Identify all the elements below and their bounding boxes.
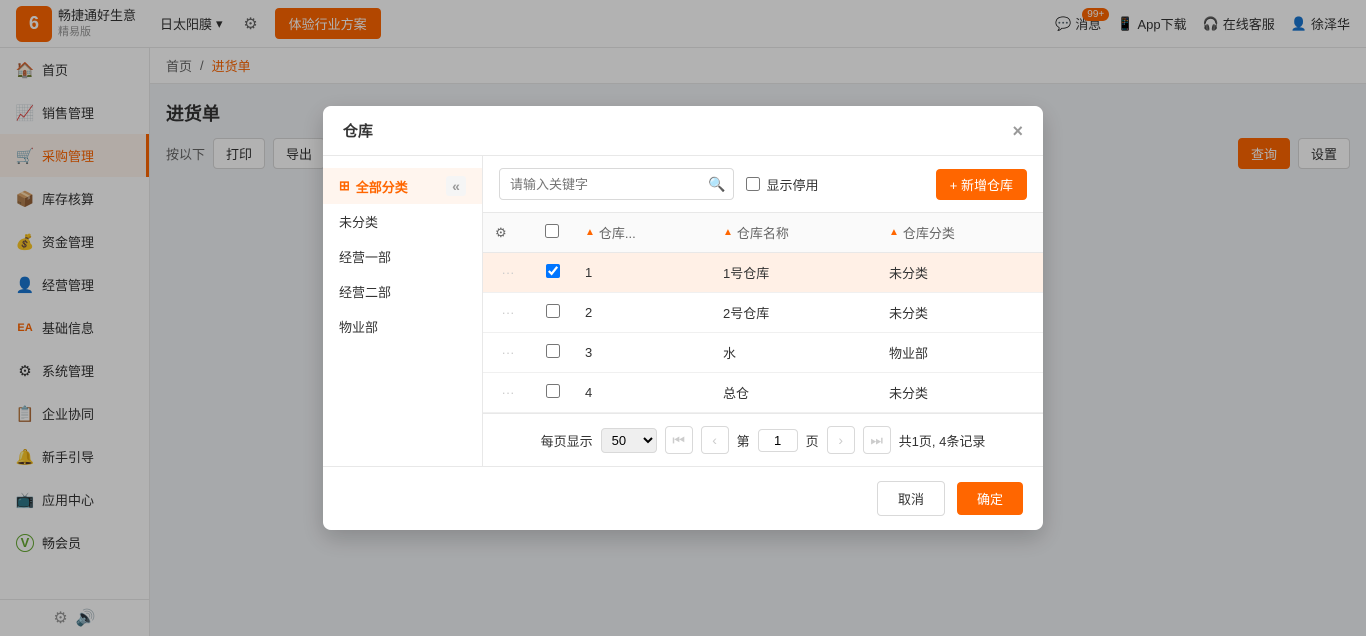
pagination: 每页显示 50 100 ⏮ ‹ 第 页 › ⏭ 共1页, 4条记录	[483, 413, 1043, 466]
modal-header: 仓库 ×	[323, 106, 1043, 156]
row-category: 未分类	[877, 373, 1043, 413]
row-checkbox[interactable]	[546, 264, 560, 278]
category-panel: ⊞ 全部分类 « 未分类 经营一部 经营二部 物业部	[323, 156, 483, 466]
page-label: 第	[737, 431, 750, 450]
page-unit: 页	[806, 431, 819, 450]
row-idx: 3	[573, 333, 711, 373]
grid-icon: ⊞	[339, 178, 350, 194]
table-wrapper: ⚙ ▲ 仓库...	[483, 213, 1043, 413]
first-page-button[interactable]: ⏮	[665, 426, 693, 454]
row-idx: 1	[573, 253, 711, 293]
modal-title: 仓库	[343, 120, 373, 141]
warehouse-table: ⚙ ▲ 仓库...	[483, 213, 1043, 413]
table-body: ··· 1 1号仓库 未分类 ··· 2 2号仓库 未分类 ···	[483, 253, 1043, 413]
table-row[interactable]: ··· 1 1号仓库 未分类	[483, 253, 1043, 293]
modal-footer: 取消 确定	[323, 466, 1043, 530]
row-category: 未分类	[877, 253, 1043, 293]
row-gear: ···	[483, 253, 533, 293]
table-row[interactable]: ··· 4 总仓 未分类	[483, 373, 1043, 413]
th-category: ▲ 仓库分类	[877, 213, 1043, 253]
table-row[interactable]: ··· 3 水 物业部	[483, 333, 1043, 373]
collapse-button[interactable]: «	[446, 176, 466, 196]
row-category: 未分类	[877, 293, 1043, 333]
category-all-label: 全部分类	[356, 177, 408, 196]
modal-body: ⊞ 全部分类 « 未分类 经营一部 经营二部 物业部	[323, 156, 1043, 466]
row-check	[533, 333, 573, 373]
modal-close-button[interactable]: ×	[1012, 122, 1023, 140]
row-name: 水	[711, 333, 877, 373]
row-checkbox[interactable]	[546, 304, 560, 318]
row-checkbox[interactable]	[546, 344, 560, 358]
th-name: ▲ 仓库名称	[711, 213, 877, 253]
search-icon[interactable]: 🔍	[700, 176, 733, 193]
row-idx: 4	[573, 373, 711, 413]
select-all-checkbox[interactable]	[545, 224, 559, 238]
per-page-select[interactable]: 50 100	[601, 428, 657, 453]
row-check	[533, 373, 573, 413]
th-gear: ⚙	[483, 213, 533, 253]
table-panel: 🔍 显示停用 + 新增仓库 ⚙	[483, 156, 1043, 466]
th-code: ▲ 仓库...	[573, 213, 711, 253]
add-warehouse-button[interactable]: + 新增仓库	[936, 169, 1027, 200]
prev-page-button[interactable]: ‹	[701, 426, 729, 454]
row-actions: ···	[502, 385, 515, 400]
row-gear: ···	[483, 333, 533, 373]
row-actions: ···	[502, 305, 515, 320]
row-gear: ···	[483, 293, 533, 333]
search-input[interactable]	[500, 177, 700, 192]
th-check	[533, 213, 573, 253]
row-name: 总仓	[711, 373, 877, 413]
show-disabled-label[interactable]: 显示停用	[746, 175, 818, 194]
row-gear: ···	[483, 373, 533, 413]
sort-icon-code: ▲	[585, 227, 595, 238]
category-item-uncat[interactable]: 未分类	[323, 204, 482, 239]
row-name: 2号仓库	[711, 293, 877, 333]
cancel-button[interactable]: 取消	[877, 481, 945, 516]
row-category: 物业部	[877, 333, 1043, 373]
category-all[interactable]: ⊞ 全部分类 «	[323, 168, 482, 204]
row-actions: ···	[502, 265, 515, 280]
table-head: ⚙ ▲ 仓库...	[483, 213, 1043, 253]
confirm-button[interactable]: 确定	[957, 482, 1023, 515]
next-page-button[interactable]: ›	[827, 426, 855, 454]
last-page-button[interactable]: ⏭	[863, 426, 891, 454]
row-name: 1号仓库	[711, 253, 877, 293]
warehouse-modal: 仓库 × ⊞ 全部分类 « 未分类 经营一部 经营二部	[323, 106, 1043, 530]
table-header-row: ⚙ ▲ 仓库...	[483, 213, 1043, 253]
per-page-label: 每页显示	[541, 431, 593, 450]
row-check	[533, 293, 573, 333]
row-idx: 2	[573, 293, 711, 333]
page-number-input[interactable]	[758, 429, 798, 452]
show-disabled-checkbox[interactable]	[746, 177, 760, 191]
table-row[interactable]: ··· 2 2号仓库 未分类	[483, 293, 1043, 333]
sort-icon-cat: ▲	[889, 227, 899, 238]
category-item-biz1[interactable]: 经营一部	[323, 239, 482, 274]
table-toolbar: 🔍 显示停用 + 新增仓库	[483, 156, 1043, 213]
category-item-biz2[interactable]: 经营二部	[323, 274, 482, 309]
row-checkbox[interactable]	[546, 384, 560, 398]
sort-icon-name: ▲	[723, 227, 733, 238]
search-box: 🔍	[499, 168, 734, 200]
total-info: 共1页, 4条记录	[899, 431, 986, 450]
row-actions: ···	[502, 345, 515, 360]
category-item-property[interactable]: 物业部	[323, 309, 482, 344]
row-check	[533, 253, 573, 293]
modal-overlay: 仓库 × ⊞ 全部分类 « 未分类 经营一部 经营二部	[0, 0, 1366, 636]
